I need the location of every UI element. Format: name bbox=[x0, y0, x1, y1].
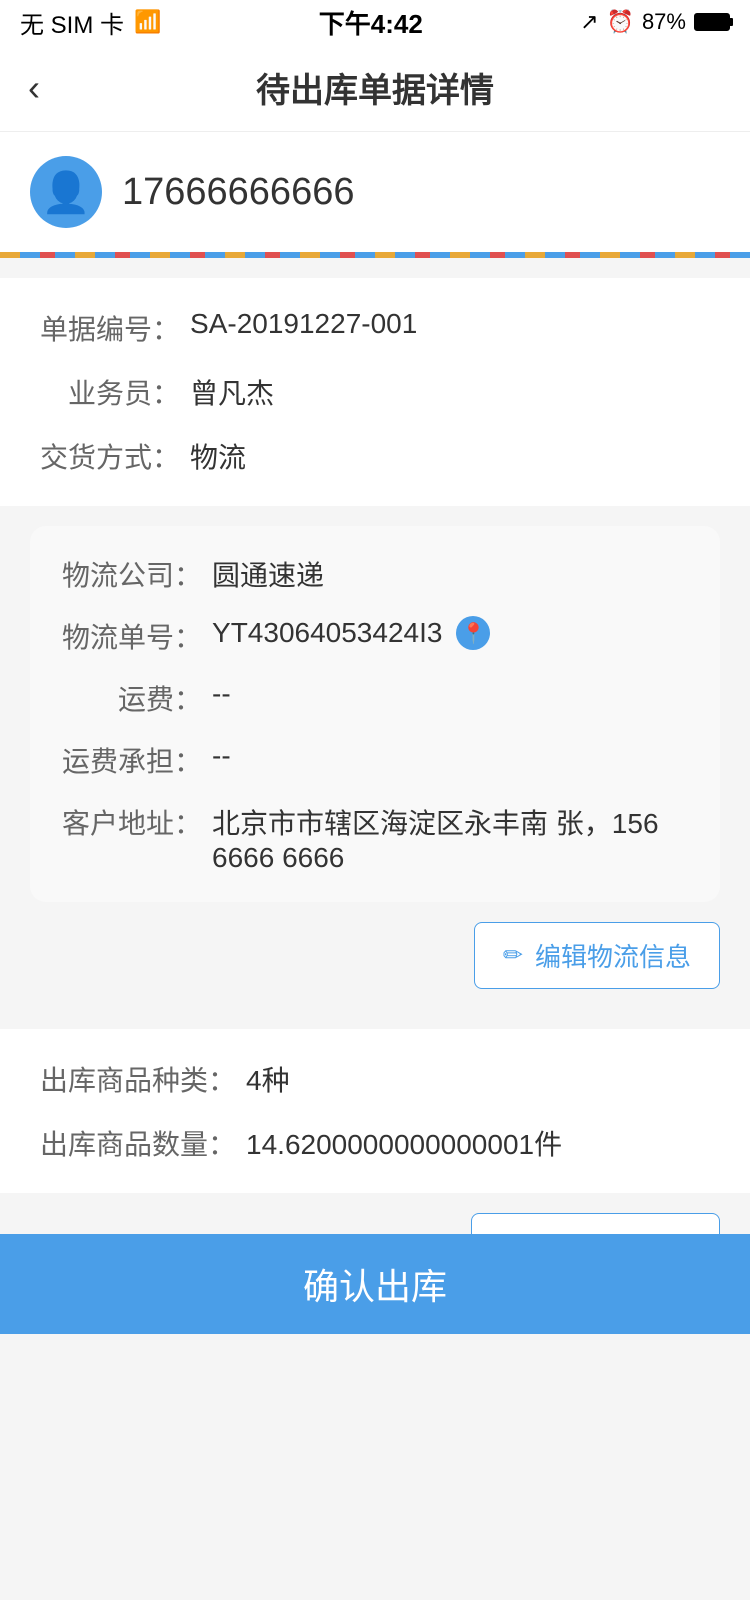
address-row: 客户地址： 北京市市辖区海淀区永丰南 张，156 6666 6666 bbox=[62, 802, 688, 874]
goods-types-row: 出库商品种类： 4种 bbox=[40, 1059, 710, 1099]
order-number-value: SA-20191227-001 bbox=[190, 308, 710, 340]
user-phone: 17666666666 bbox=[122, 171, 354, 214]
order-info-section: 单据编号： SA-20191227-001 业务员： 曾凡杰 交货方式： 物流 bbox=[0, 278, 750, 506]
page-title: 待出库单据详情 bbox=[256, 63, 494, 112]
logistics-company-label: 物流公司： bbox=[62, 554, 202, 594]
salesman-row: 业务员： 曾凡杰 bbox=[40, 372, 710, 412]
order-number-row: 单据编号： SA-20191227-001 bbox=[40, 308, 710, 348]
address-value: 北京市市辖区海淀区永丰南 张，156 6666 6666 bbox=[212, 802, 688, 874]
avatar: 👤 bbox=[30, 156, 102, 228]
salesman-value: 曾凡杰 bbox=[190, 372, 710, 412]
alarm-icon: ⏰ bbox=[607, 9, 634, 35]
avatar-icon: 👤 bbox=[41, 169, 91, 216]
wifi-icon: 📶 bbox=[134, 9, 161, 35]
goods-types-value: 4种 bbox=[246, 1059, 290, 1099]
edit-button-container: ✏ 编辑物流信息 bbox=[0, 922, 750, 1009]
edit-icon: ✏ bbox=[503, 941, 523, 970]
logistics-card: 物流公司： 圆通速递 物流单号： YT43064053424I3 📍 运费： -… bbox=[30, 526, 720, 902]
carrier-label: 无 SIM 卡 bbox=[20, 5, 124, 40]
back-button[interactable]: ‹ bbox=[28, 67, 40, 109]
freight-value: -- bbox=[212, 678, 688, 710]
confirm-label: 确认出库 bbox=[303, 1258, 447, 1310]
confirm-button[interactable]: 确认出库 bbox=[0, 1234, 750, 1334]
freight-row: 运费： -- bbox=[62, 678, 688, 718]
dashed-divider bbox=[0, 252, 750, 258]
delivery-row: 交货方式： 物流 bbox=[40, 436, 710, 476]
goods-quantity-row: 出库商品数量： 14.6200000000000001件 bbox=[40, 1123, 710, 1163]
section-divider bbox=[0, 1009, 750, 1029]
status-left: 无 SIM 卡 📶 bbox=[20, 5, 161, 40]
delivery-value: 物流 bbox=[190, 436, 710, 476]
logistics-tracking-value: YT43064053424I3 📍 bbox=[212, 616, 688, 650]
battery-icon bbox=[694, 13, 730, 31]
freight-label: 运费： bbox=[62, 678, 202, 718]
bottom-spacer bbox=[0, 1500, 750, 1600]
goods-section: 出库商品种类： 4种 出库商品数量： 14.6200000000000001件 bbox=[0, 1029, 750, 1193]
map-pin-icon[interactable]: 📍 bbox=[456, 616, 490, 650]
goods-quantity-value: 14.6200000000000001件 bbox=[246, 1123, 562, 1163]
logistics-company-value: 圆通速递 bbox=[212, 554, 688, 594]
order-number-label: 单据编号： bbox=[40, 308, 180, 348]
goods-types-label: 出库商品种类： bbox=[40, 1059, 236, 1099]
edit-logistics-button[interactable]: ✏ 编辑物流信息 bbox=[474, 922, 720, 989]
status-time: 下午4:42 bbox=[319, 4, 423, 41]
status-right: ↗ ⏰ 87% bbox=[580, 9, 730, 35]
address-label: 客户地址： bbox=[62, 802, 202, 842]
salesman-label: 业务员： bbox=[40, 372, 180, 412]
nav-bar: ‹ 待出库单据详情 bbox=[0, 44, 750, 132]
freight-bear-value: -- bbox=[212, 740, 688, 772]
freight-bear-label: 运费承担： bbox=[62, 740, 202, 780]
logistics-company-row: 物流公司： 圆通速递 bbox=[62, 554, 688, 594]
logistics-tracking-row: 物流单号： YT43064053424I3 📍 bbox=[62, 616, 688, 656]
goods-quantity-label: 出库商品数量： bbox=[40, 1123, 236, 1163]
logistics-tracking-label: 物流单号： bbox=[62, 616, 202, 656]
location-icon: ↗ bbox=[580, 9, 598, 35]
freight-bear-row: 运费承担： -- bbox=[62, 740, 688, 780]
edit-logistics-label: 编辑物流信息 bbox=[535, 937, 691, 974]
battery-percent: 87% bbox=[642, 9, 686, 35]
status-bar: 无 SIM 卡 📶 下午4:42 ↗ ⏰ 87% bbox=[0, 0, 750, 44]
user-header: 👤 17666666666 bbox=[0, 132, 750, 252]
delivery-label: 交货方式： bbox=[40, 436, 180, 476]
